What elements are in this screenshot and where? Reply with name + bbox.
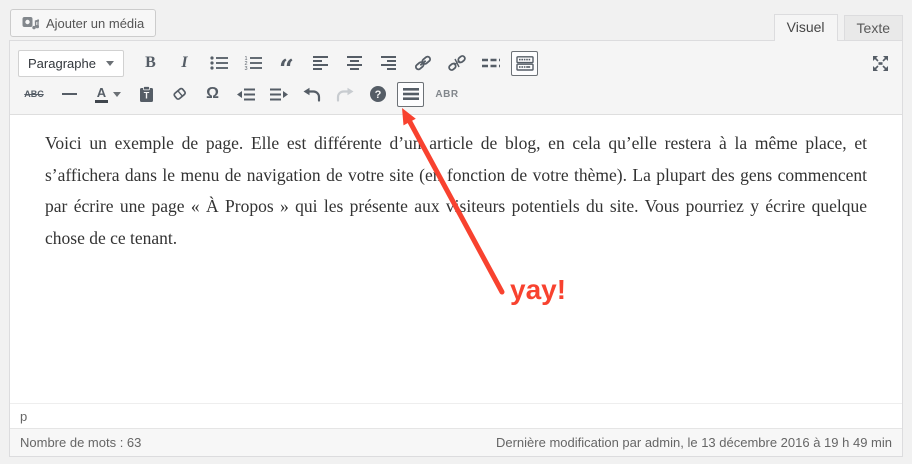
editor-paragraph[interactable]: Voici un exemple de page. Elle est diffé… <box>10 115 902 254</box>
help-icon: ? <box>369 86 386 102</box>
justify-icon <box>402 88 419 100</box>
editor-frame: Paragraphe B I 1 2 3 “ ABC A T Ω ? ABR V… <box>9 40 903 457</box>
horizontal-rule-icon <box>62 93 77 95</box>
indent-icon <box>269 88 288 100</box>
unlink-icon <box>447 55 466 71</box>
justify-button[interactable] <box>397 81 424 107</box>
align-right-button[interactable] <box>375 51 402 76</box>
strikethrough-icon: ABC <box>24 89 44 99</box>
align-right-icon <box>380 56 396 70</box>
fullscreen-icon <box>873 55 888 71</box>
italic-icon: I <box>181 54 188 71</box>
tab-text-label: Texte <box>856 20 890 36</box>
editor-content-area[interactable]: Voici un exemple de page. Elle est diffé… <box>10 115 902 403</box>
strikethrough-button[interactable]: ABC <box>18 82 50 107</box>
word-count: Nombre de mots : 63 <box>20 435 142 450</box>
abbreviation-icon: ABR <box>435 88 459 100</box>
bold-icon: B <box>145 54 156 71</box>
element-path-item[interactable]: p <box>20 409 27 424</box>
last-modified: Dernière modification par admin, le 13 d… <box>495 435 892 450</box>
redo-button[interactable] <box>331 82 358 107</box>
outdent-icon <box>236 88 255 100</box>
bold-button[interactable]: B <box>137 51 164 76</box>
bulleted-list-icon <box>209 56 228 70</box>
tab-visual[interactable]: Visuel <box>773 14 838 41</box>
format-select-value: Paragraphe <box>28 55 96 71</box>
toolbar-row-1: Paragraphe B I 1 2 3 “ <box>18 47 894 85</box>
help-button[interactable]: ? <box>364 82 391 107</box>
toolbar-row-2: ABC A T Ω ? ABR <box>18 79 894 109</box>
align-left-button[interactable] <box>307 51 334 76</box>
outdent-button[interactable] <box>232 82 259 107</box>
align-center-button[interactable] <box>341 51 368 76</box>
bulleted-list-button[interactable] <box>205 51 232 76</box>
abbreviation-button[interactable]: ABR <box>430 82 464 107</box>
horizontal-rule-button[interactable] <box>56 82 83 107</box>
add-media-label: Ajouter un média <box>46 15 145 31</box>
read-more-tag-button[interactable] <box>477 51 504 76</box>
text-color-icon: A <box>95 86 108 103</box>
wordpress-editor-screen: Ajouter un média Visuel Texte Paragraphe… <box>0 0 912 464</box>
fullscreen-button[interactable] <box>867 51 894 76</box>
chevron-down-icon <box>113 91 121 97</box>
editor-mode-tabs: Visuel Texte <box>773 14 903 41</box>
numbered-list-icon: 1 2 3 <box>244 56 262 71</box>
indent-button[interactable] <box>265 82 292 107</box>
remove-link-button[interactable] <box>443 51 470 76</box>
link-icon <box>414 55 431 71</box>
format-select[interactable]: Paragraphe <box>18 49 124 77</box>
editor-toolbar: Paragraphe B I 1 2 3 “ ABC A T Ω ? ABR <box>10 41 902 115</box>
align-left-icon <box>312 56 328 70</box>
blockquote-button[interactable]: “ <box>273 51 300 85</box>
editor-status-bar: Nombre de mots : 63 Dernière modificatio… <box>10 428 902 456</box>
align-center-icon <box>346 56 362 70</box>
numbered-list-button[interactable]: 1 2 3 <box>239 51 266 76</box>
read-more-icon <box>481 58 500 68</box>
italic-button[interactable]: I <box>171 51 198 76</box>
tab-text[interactable]: Texte <box>843 15 903 41</box>
tab-visual-label: Visuel <box>786 19 825 35</box>
clear-formatting-button[interactable] <box>166 82 193 107</box>
element-path-bar: p <box>10 403 902 428</box>
undo-button[interactable] <box>298 82 325 107</box>
eraser-icon <box>173 87 186 100</box>
paste-text-icon: T <box>140 85 153 102</box>
chevron-down-icon <box>106 60 114 66</box>
undo-icon <box>303 87 320 102</box>
blockquote-icon: “ <box>279 55 294 85</box>
redo-icon <box>336 87 353 102</box>
svg-text:?: ? <box>374 89 381 101</box>
omega-icon: Ω <box>206 85 219 102</box>
insert-link-button[interactable] <box>409 51 436 76</box>
toolbar-toggle-button[interactable] <box>511 50 538 76</box>
media-icon <box>22 17 39 30</box>
svg-text:T: T <box>144 90 150 100</box>
special-character-button[interactable]: Ω <box>199 82 226 107</box>
paste-as-text-button[interactable]: T <box>133 82 160 107</box>
svg-text:3: 3 <box>244 66 247 71</box>
keyboard-toggle-icon <box>515 55 534 71</box>
text-color-button[interactable]: A <box>89 82 127 107</box>
add-media-button[interactable]: Ajouter un média <box>10 9 157 37</box>
